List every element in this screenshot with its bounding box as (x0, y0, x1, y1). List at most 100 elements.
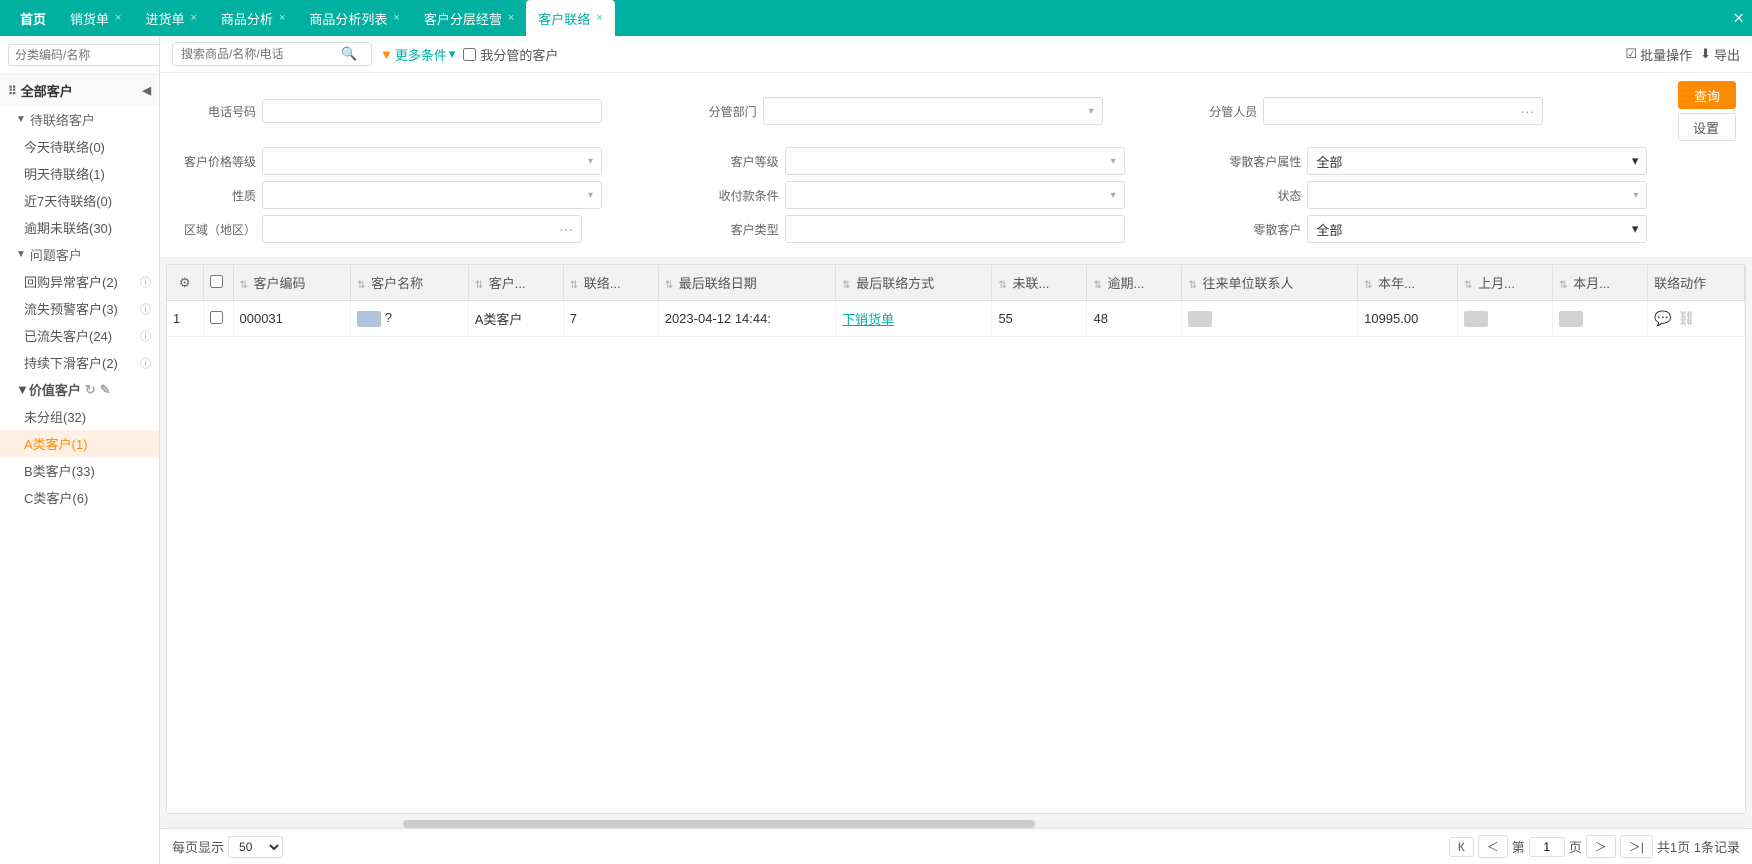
dept-select[interactable]: ▾ (763, 97, 1103, 125)
nav-tab-purchase[interactable]: 进货单 × (133, 0, 208, 36)
close-analysis-icon[interactable]: × (279, 12, 285, 24)
refresh-icon[interactable]: ↻ (85, 382, 96, 398)
info-icon-1: ⓘ (140, 274, 151, 290)
sort-icon-name: ⇅ (357, 280, 365, 291)
sidebar-all-customers[interactable]: ⠿ 全部客户 ◀ (0, 75, 159, 106)
th-name[interactable]: ⇅ 客户名称 (351, 265, 469, 301)
close-customer-contact-icon[interactable]: × (596, 12, 602, 24)
status-select[interactable]: ▾ (1307, 181, 1647, 209)
th-last-contact-date[interactable]: ⇅ 最后联络日期 (658, 265, 835, 301)
sidebar-group-problem[interactable]: ▼ 问题客户 (0, 241, 159, 268)
sidebar-item-overdue[interactable]: 逾期未联络(30) (0, 214, 159, 241)
sidebar-group-pending[interactable]: ▼ 待联络客户 (0, 106, 159, 133)
sidebar-item-churn-warning[interactable]: 流失预警客户(3) ⓘ (0, 295, 159, 322)
customer-grade-select[interactable]: ▾ (785, 147, 1125, 175)
horizontal-scrollbar[interactable] (166, 820, 1746, 828)
nature-select[interactable]: ▾ (262, 181, 602, 209)
th-code[interactable]: ⇅ 客户编码 (233, 265, 351, 301)
th-last-month[interactable]: ⇅ 上月... (1458, 265, 1553, 301)
export-button[interactable]: ⬇ 导出 (1700, 45, 1740, 64)
sort-icon-method: ⇅ (842, 280, 850, 291)
chat-icon[interactable]: 💬 (1654, 310, 1671, 327)
close-analysis-list-icon[interactable]: × (393, 12, 399, 24)
filter-field-manager: 分管人员 ··· (1177, 97, 1670, 125)
payment-label: 收付款条件 (699, 187, 779, 204)
td-last-contact-method: 下销货单 (836, 301, 992, 337)
th-last-contact-method[interactable]: ⇅ 最后联络方式 (836, 265, 992, 301)
row-checkbox[interactable] (210, 311, 223, 324)
customer-type-select[interactable] (785, 215, 1125, 243)
prev-page-button[interactable]: ＜ (1478, 835, 1508, 858)
manager-dots[interactable]: ··· (1520, 103, 1534, 119)
link-icon[interactable]: ⛓ (1678, 310, 1696, 327)
scrollbar-thumb[interactable] (403, 820, 1035, 828)
nav-tab-analysis-list[interactable]: 商品分析列表 × (297, 0, 411, 36)
gear-icon[interactable]: ⚙ (173, 275, 197, 291)
retail-attr-select[interactable]: 全部 ▾ (1307, 147, 1647, 175)
retail-customer-select[interactable]: 全部 ▾ (1307, 215, 1647, 243)
region-dots[interactable]: ··· (559, 221, 573, 237)
td-name: ? (351, 301, 469, 337)
chevron-down-icon-retail2: ▾ (1632, 221, 1639, 237)
page-number-input[interactable] (1529, 837, 1565, 857)
nav-tab-customer-contact[interactable]: 客户联络 × (526, 0, 614, 36)
phone-input[interactable] (262, 99, 602, 123)
th-no-contact[interactable]: ⇅ 未联... (992, 265, 1087, 301)
close-purchase-icon[interactable]: × (190, 12, 196, 24)
close-customer-tier-icon[interactable]: × (508, 12, 514, 24)
nav-tab-analysis[interactable]: 商品分析 × (209, 0, 297, 36)
batch-op-button[interactable]: ☑ 批量操作 (1625, 45, 1692, 64)
nav-tab-customer-tier[interactable]: 客户分层经营 × (412, 0, 526, 36)
manager-select[interactable]: ··· (1263, 97, 1543, 125)
content-area: 🔍 ▼ 更多条件 ▾ 我分管的客户 ☑ 批量操作 ⬇ 导出 (160, 36, 1752, 864)
sidebar-item-declining[interactable]: 持续下滑客户(2) ⓘ (0, 349, 159, 376)
first-page-button[interactable]: К (1449, 837, 1474, 857)
nav-tab-home[interactable]: 首页 (8, 0, 58, 36)
close-sales-icon[interactable]: × (115, 12, 121, 24)
sidebar-item-unclassified[interactable]: 未分组(32) (0, 403, 159, 430)
th-customer-type[interactable]: ⇅ 客户... (468, 265, 563, 301)
th-contact-count[interactable]: ⇅ 联络... (563, 265, 658, 301)
last-contact-link[interactable]: 下销货单 (842, 312, 894, 327)
customer-type-label: 客户类型 (699, 221, 779, 238)
edit-icon[interactable]: ✎ (100, 382, 111, 398)
filter-field-payment: 收付款条件 ▾ (699, 181, 1214, 209)
payment-select[interactable]: ▾ (785, 181, 1125, 209)
sidebar-item-tomorrow[interactable]: 明天待联络(1) (0, 160, 159, 187)
settings-button[interactable]: 设置 (1678, 113, 1736, 141)
price-grade-select[interactable]: ▾ (262, 147, 602, 175)
filter-row-3: 性质 ▾ 收付款条件 ▾ 状态 (176, 181, 1736, 209)
sidebar-search-input[interactable] (8, 44, 160, 66)
filter-search-input[interactable] (181, 47, 341, 61)
close-all-button[interactable]: × (1733, 8, 1744, 29)
next-page-button[interactable]: ＞ (1586, 835, 1616, 858)
sidebar-item-churned[interactable]: 已流失客户(24) ⓘ (0, 322, 159, 349)
th-overdue[interactable]: ⇅ 逾期... (1087, 265, 1182, 301)
search-button[interactable]: 查询 (1678, 81, 1736, 109)
region-select[interactable]: ··· (262, 215, 582, 243)
my-customers-filter[interactable]: 我分管的客户 (463, 45, 558, 64)
filter-more-btn[interactable]: ▼ 更多条件 ▾ (380, 45, 455, 64)
th-gear[interactable]: ⚙ (167, 265, 203, 301)
nature-label: 性质 (176, 187, 256, 204)
sidebar-item-class-c[interactable]: C类客户(6) (0, 484, 159, 511)
last-page-button[interactable]: ＞| (1620, 835, 1653, 858)
table-row: 1 000031 ? A类客户 7 2023-04-12 14:44: (167, 301, 1745, 337)
sidebar-item-class-b[interactable]: B类客户(33) (0, 457, 159, 484)
sidebar-item-abnormal[interactable]: 回购异常客户(2) ⓘ (0, 268, 159, 295)
my-customers-checkbox[interactable] (463, 48, 476, 61)
th-this-month[interactable]: ⇅ 本月... (1553, 265, 1648, 301)
sidebar-item-7days[interactable]: 近7天待联络(0) (0, 187, 159, 214)
chevron-down-icon: ▾ (449, 46, 456, 62)
filter-search-icon[interactable]: 🔍 (341, 46, 357, 62)
chevron-down-icon-price: ▾ (588, 156, 593, 167)
th-this-year[interactable]: ⇅ 本年... (1358, 265, 1458, 301)
collapse-icon[interactable]: ◀ (143, 84, 151, 97)
nav-tab-sales[interactable]: 销货单 × (58, 0, 133, 36)
per-page-select[interactable]: 50 20 100 (228, 836, 283, 858)
td-last-contact-date: 2023-04-12 14:44: (658, 301, 835, 337)
sidebar-item-today[interactable]: 今天待联络(0) (0, 133, 159, 160)
th-contact-person[interactable]: ⇅ 往来单位联系人 (1182, 265, 1358, 301)
select-all-checkbox[interactable] (210, 275, 223, 288)
sidebar-item-class-a[interactable]: A类客户(1) (0, 430, 159, 457)
